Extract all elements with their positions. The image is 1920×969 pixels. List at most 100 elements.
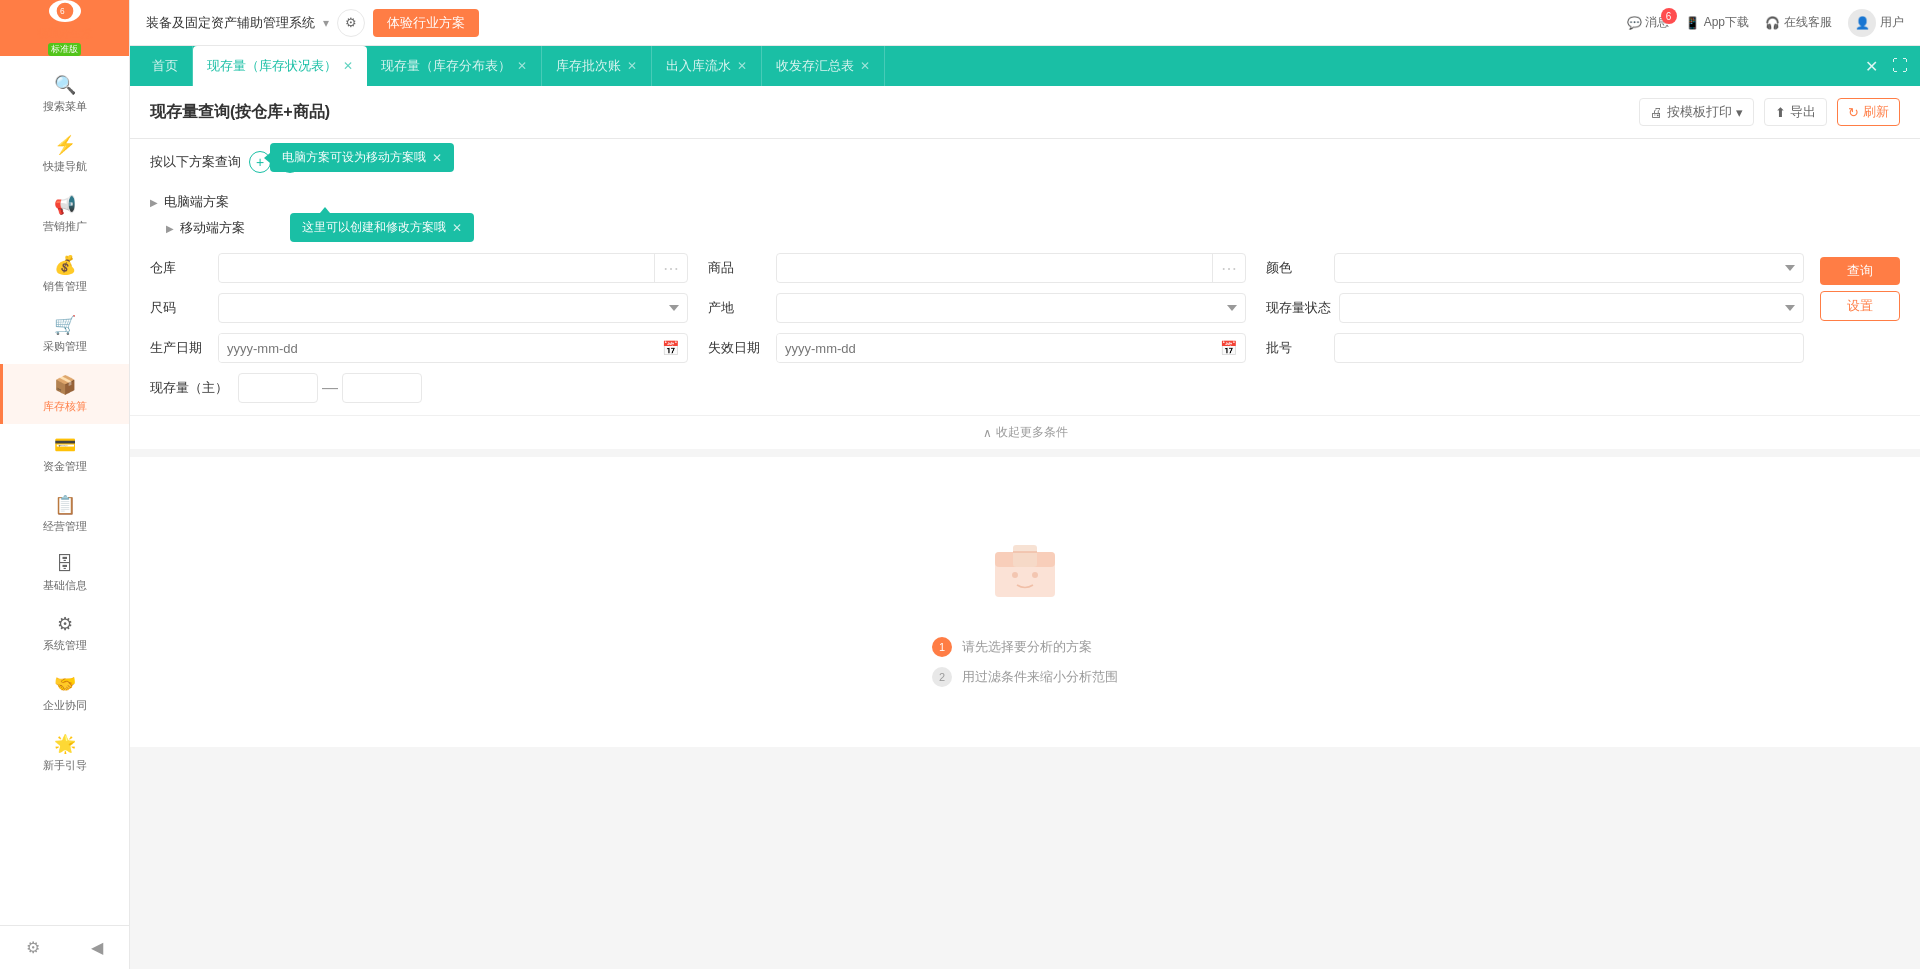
settings-btn[interactable]: ⚙ — [337, 9, 365, 37]
sidebar-item-enterprise[interactable]: 🤝 企业协同 — [0, 663, 129, 723]
search-form-fields: 仓库 ⋯ 商品 ⋯ — [150, 253, 1804, 403]
tab-inventory-status-close[interactable]: ✕ — [343, 59, 353, 73]
user-area[interactable]: 👤 用户 — [1848, 9, 1904, 37]
system-title: 装备及固定资产辅助管理系统 — [146, 14, 315, 32]
warehouse-input[interactable] — [219, 254, 654, 282]
tab-inventory-status[interactable]: 现存量（库存状况表） ✕ — [193, 46, 367, 86]
search-row-4: 现存量（主） — — [150, 373, 1804, 403]
sidebar-item-basic[interactable]: 🗄 基础信息 — [0, 544, 129, 603]
tab-collect[interactable]: 收发存汇总表 ✕ — [762, 46, 885, 86]
svg-point-0 — [56, 3, 73, 20]
settings-bottom-btn[interactable]: ⚙ — [26, 938, 40, 957]
svg-text:6: 6 — [60, 6, 65, 16]
goods-input[interactable] — [777, 254, 1212, 282]
size-select[interactable] — [218, 293, 688, 323]
collapse-btn[interactable]: ∧ 收起更多条件 — [983, 424, 1068, 441]
empty-state: 1 请先选择要分析的方案 2 用过滤条件来缩小分析范围 — [130, 457, 1920, 747]
tab-expand-btn[interactable]: ⛶ — [1888, 57, 1912, 75]
goods-dots-btn[interactable]: ⋯ — [1212, 254, 1245, 282]
color-label: 颜色 — [1266, 259, 1326, 277]
message-btn[interactable]: 💬 6 消息 — [1627, 14, 1669, 31]
sidebar-item-operation[interactable]: 📋 经营管理 — [0, 484, 129, 544]
print-label: 按模板打印 — [1667, 103, 1732, 121]
sidebar-logo[interactable]: 6 畅通好生意 标准版 — [0, 0, 129, 56]
produce-date-cal[interactable]: 📅 — [654, 340, 687, 356]
tab-bar: 首页 现存量（库存状况表） ✕ 现存量（库存分布表） ✕ 库存批次账 ✕ 出入库… — [130, 46, 1920, 86]
top-header-right: 💬 6 消息 📱 App下载 🎧 在线客服 👤 用户 — [1627, 9, 1904, 37]
svg-rect-4 — [1013, 545, 1037, 567]
size-field: 尺码 — [150, 293, 688, 323]
tab-batch-close[interactable]: ✕ — [627, 59, 637, 73]
sidebar-label-system: 系统管理 — [43, 638, 87, 653]
print-btn[interactable]: 🖨 按模板打印 ▾ — [1639, 98, 1754, 126]
sidebar-label-guide: 快捷导航 — [43, 159, 87, 174]
search-btn[interactable]: 查询 — [1820, 257, 1900, 285]
reset-btn[interactable]: 设置 — [1820, 291, 1900, 321]
expire-date-input[interactable] — [777, 334, 1212, 362]
export-btn[interactable]: ⬆ 导出 — [1764, 98, 1827, 126]
stock-status-select[interactable] — [1339, 293, 1804, 323]
sidebar-label-marketing: 营销推广 — [43, 219, 87, 234]
tab-close-all-btn[interactable]: ✕ — [1861, 57, 1882, 76]
origin-label: 产地 — [708, 299, 768, 317]
sidebar-item-search[interactable]: 🔍 搜索菜单 — [0, 64, 129, 124]
collapse-bottom-btn[interactable]: ◀ — [91, 938, 103, 957]
svg-point-5 — [1012, 572, 1018, 578]
expire-date-cal[interactable]: 📅 — [1212, 340, 1245, 356]
tab-bar-actions: ✕ ⛶ — [1861, 57, 1912, 76]
collapse-bar: ∧ 收起更多条件 — [130, 415, 1920, 449]
tab-collect-label: 收发存汇总表 — [776, 57, 854, 75]
color-select[interactable] — [1334, 253, 1804, 283]
sidebar-item-sales[interactable]: 💰 销售管理 — [0, 244, 129, 304]
tab-collect-close[interactable]: ✕ — [860, 59, 870, 73]
refresh-btn[interactable]: ↻ 刷新 — [1837, 98, 1900, 126]
scheme-item-desktop[interactable]: ▶ 电脑端方案 — [150, 189, 1900, 215]
page-title: 现存量查询(按仓库+商品) — [150, 102, 330, 135]
sidebar-item-guide[interactable]: ⚡ 快捷导航 — [0, 124, 129, 184]
stock-main-sep: — — [322, 379, 338, 397]
sidebar-item-finance[interactable]: 💳 资金管理 — [0, 424, 129, 484]
tab-inout-close[interactable]: ✕ — [737, 59, 747, 73]
sidebar-icon-enterprise: 🤝 — [54, 673, 76, 695]
scheme-tooltip-2-close[interactable]: ✕ — [452, 221, 462, 235]
sidebar-label-sales: 销售管理 — [43, 279, 87, 294]
top-header-left: 装备及固定资产辅助管理系统 ▾ ⚙ 体验行业方案 — [146, 9, 479, 37]
support-label: 在线客服 — [1784, 14, 1832, 31]
app-label: App下载 — [1704, 14, 1749, 31]
support-btn[interactable]: 🎧 在线客服 — [1765, 14, 1832, 31]
stock-main-field: 现存量（主） — — [150, 373, 695, 403]
origin-select[interactable] — [776, 293, 1246, 323]
tab-inventory-dist-close[interactable]: ✕ — [517, 59, 527, 73]
tab-inventory-dist[interactable]: 现存量（库存分布表） ✕ — [367, 46, 542, 86]
stock-main-range: — — [238, 373, 695, 403]
batch-field: 批号 — [1266, 333, 1804, 363]
sidebar-item-purchase[interactable]: 🛒 采购管理 — [0, 304, 129, 364]
search-label: 按以下方案查询 — [150, 153, 241, 171]
app-download-btn[interactable]: 📱 App下载 — [1685, 14, 1749, 31]
stock-main-from-input[interactable] — [238, 373, 318, 403]
sidebar-item-inventory[interactable]: 📦 库存核算 — [0, 364, 129, 424]
scheme-name-mobile: 移动端方案 — [180, 219, 245, 237]
main-area: 装备及固定资产辅助管理系统 ▾ ⚙ 体验行业方案 💬 6 消息 📱 App下载 … — [130, 0, 1920, 969]
sidebar-item-marketing[interactable]: 📢 营销推广 — [0, 184, 129, 244]
expire-date-field: 失效日期 📅 — [708, 333, 1246, 363]
sidebar-item-newbie[interactable]: 🌟 新手引导 — [0, 723, 129, 783]
search-row-3: 生产日期 📅 失效日期 📅 — [150, 333, 1804, 363]
scheme-tooltip-1-close[interactable]: ✕ — [432, 151, 442, 165]
produce-date-label: 生产日期 — [150, 339, 210, 357]
sidebar-label-enterprise: 企业协同 — [43, 698, 87, 713]
stock-main-to-input[interactable] — [342, 373, 422, 403]
produce-date-input[interactable] — [219, 334, 654, 362]
sidebar-item-system[interactable]: ⚙ 系统管理 — [0, 603, 129, 663]
industry-btn[interactable]: 体验行业方案 — [373, 9, 479, 37]
svg-point-6 — [1032, 572, 1038, 578]
tab-inout[interactable]: 出入库流水 ✕ — [652, 46, 762, 86]
tab-batch[interactable]: 库存批次账 ✕ — [542, 46, 652, 86]
tab-home[interactable]: 首页 — [138, 46, 193, 86]
warehouse-dots-btn[interactable]: ⋯ — [654, 254, 687, 282]
sidebar: 6 畅通好生意 标准版 🔍 搜索菜单 ⚡ 快捷导航 📢 营销推广 💰 销售管理 … — [0, 0, 130, 969]
collapse-icon: ∧ — [983, 426, 992, 440]
search-actions: 查询 设置 — [1820, 253, 1900, 403]
sidebar-icon-operation: 📋 — [54, 494, 76, 516]
batch-input[interactable] — [1334, 333, 1804, 363]
